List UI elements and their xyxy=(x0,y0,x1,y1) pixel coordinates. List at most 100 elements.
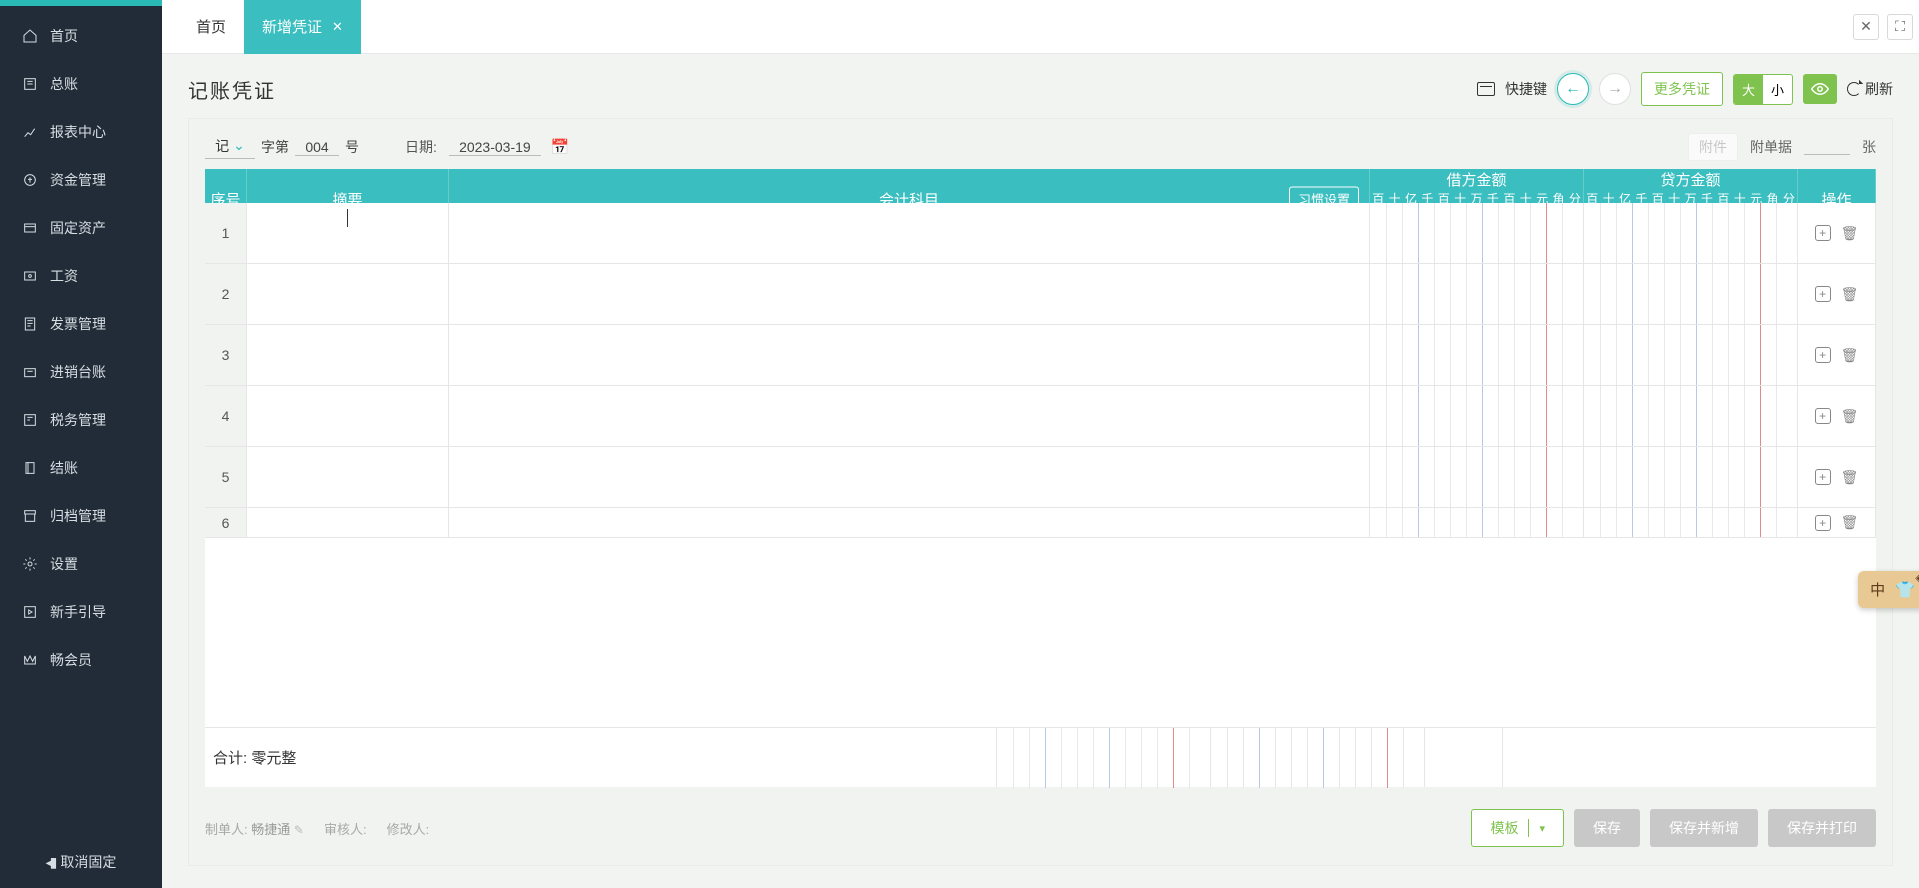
nav-invoice[interactable]: 发票管理 xyxy=(0,300,162,348)
calendar-icon[interactable]: 📅 xyxy=(551,138,570,156)
ime-help-icon[interactable]: ◈ xyxy=(1915,573,1919,584)
zhang-label: 张 xyxy=(1862,137,1876,157)
voucher-table: 序号 摘要 会计科目 习惯设置 借方金额 百十亿千百十万千百十元角分 贷方金额 xyxy=(205,169,1876,787)
preview-button[interactable] xyxy=(1803,74,1837,104)
summary-input[interactable] xyxy=(247,386,449,447)
total-credit xyxy=(1211,728,1425,787)
credit-input[interactable] xyxy=(1584,325,1798,386)
summary-input[interactable] xyxy=(247,264,449,325)
debit-input[interactable] xyxy=(1370,447,1584,508)
voucher-date-input[interactable]: 2023-03-19 xyxy=(449,139,541,156)
delete-row-icon[interactable]: 🗑 xyxy=(1841,286,1859,303)
tab-new-voucher[interactable]: 新增凭证✕ xyxy=(244,0,361,54)
summary-input[interactable] xyxy=(247,203,449,264)
tabs-close-all-button[interactable]: ✕ xyxy=(1853,14,1879,40)
nav-guide[interactable]: 新手引导 xyxy=(0,588,162,636)
table-row: 4 +🗑 xyxy=(205,386,1876,447)
ime-floating-toolbar[interactable]: 中 👕 ◈ xyxy=(1858,571,1919,608)
next-voucher-button[interactable]: → xyxy=(1599,73,1631,105)
account-input[interactable] xyxy=(449,325,1370,386)
nav-tax[interactable]: 税务管理 xyxy=(0,396,162,444)
nav-inventory[interactable]: 进销台账 xyxy=(0,348,162,396)
summary-input[interactable] xyxy=(247,508,449,538)
size-large[interactable]: 大 xyxy=(1734,75,1763,104)
close-tab-icon[interactable]: ✕ xyxy=(332,19,343,35)
total-op xyxy=(1425,728,1503,787)
sidebar-unpin[interactable]: ◂▮取消固定 xyxy=(0,836,162,888)
archive-icon xyxy=(22,508,38,524)
credit-input[interactable] xyxy=(1584,264,1798,325)
ime-skin-icon[interactable]: 👕 xyxy=(1895,580,1915,600)
debit-input[interactable] xyxy=(1370,508,1584,538)
delete-row-icon[interactable]: 🗑 xyxy=(1841,347,1859,364)
account-input[interactable] xyxy=(449,508,1370,538)
nav-assets[interactable]: 固定资产 xyxy=(0,204,162,252)
add-row-icon[interactable]: + xyxy=(1815,408,1831,424)
account-input[interactable] xyxy=(449,264,1370,325)
summary-input[interactable] xyxy=(247,447,449,508)
add-row-icon[interactable]: + xyxy=(1815,286,1831,302)
prev-voucher-button[interactable]: ← xyxy=(1557,73,1589,105)
account-input[interactable] xyxy=(449,447,1370,508)
save-new-button[interactable]: 保存并新增 xyxy=(1650,809,1758,847)
nav-archive[interactable]: 归档管理 xyxy=(0,492,162,540)
nav-vip[interactable]: 畅会员 xyxy=(0,636,162,684)
salary-icon xyxy=(22,268,38,284)
page-header: 记账凭证 快捷键 ← → 更多凭证 大 小 刷新 xyxy=(188,72,1893,106)
credit-input[interactable] xyxy=(1584,447,1798,508)
nav-reports[interactable]: 报表中心 xyxy=(0,108,162,156)
row-seq: 1 xyxy=(205,203,247,264)
add-row-icon[interactable]: + xyxy=(1815,515,1831,531)
credit-input[interactable] xyxy=(1584,508,1798,538)
edit-maker-icon[interactable]: ✎ xyxy=(294,823,304,837)
total-label: 合计: 零元整 xyxy=(205,728,997,787)
attached-docs-input[interactable] xyxy=(1804,139,1850,155)
delete-row-icon[interactable]: 🗑 xyxy=(1841,225,1859,242)
credit-input[interactable] xyxy=(1584,203,1798,264)
save-print-button[interactable]: 保存并打印 xyxy=(1768,809,1876,847)
unpin-arrow-icon: ◂▮ xyxy=(46,854,55,870)
size-small[interactable]: 小 xyxy=(1763,75,1792,104)
delete-row-icon[interactable]: 🗑 xyxy=(1841,514,1859,531)
zidi-label: 字第 xyxy=(261,137,289,157)
maker-label: 制单人: xyxy=(205,822,248,837)
size-toggle[interactable]: 大 小 xyxy=(1733,74,1793,105)
nav-funds[interactable]: 资金管理 xyxy=(0,156,162,204)
account-input[interactable] xyxy=(449,203,1370,264)
tab-home[interactable]: 首页 xyxy=(178,0,244,54)
credit-input[interactable] xyxy=(1584,386,1798,447)
row-seq: 6 xyxy=(205,508,247,538)
add-row-icon[interactable]: + xyxy=(1815,469,1831,485)
nav-home[interactable]: 首页 xyxy=(0,12,162,60)
more-voucher-button[interactable]: 更多凭证 xyxy=(1641,72,1723,106)
refresh-button[interactable]: 刷新 xyxy=(1847,79,1893,99)
save-button[interactable]: 保存 xyxy=(1574,809,1640,847)
debit-input[interactable] xyxy=(1370,203,1584,264)
main: 首页 新增凭证✕ ✕ ⛶ 记账凭证 快捷键 ← → 更多凭证 大 小 xyxy=(162,0,1919,888)
delete-row-icon[interactable]: 🗑 xyxy=(1841,469,1859,486)
nav-ledger[interactable]: 总账 xyxy=(0,60,162,108)
debit-input[interactable] xyxy=(1370,264,1584,325)
add-row-icon[interactable]: + xyxy=(1815,347,1831,363)
nav-close-period[interactable]: 结账 xyxy=(0,444,162,492)
voucher-type-select[interactable]: 记 xyxy=(205,136,255,159)
eye-icon xyxy=(1811,83,1829,95)
nav-settings[interactable]: 设置 xyxy=(0,540,162,588)
row-seq: 2 xyxy=(205,264,247,325)
tabs-fullscreen-button[interactable]: ⛶ xyxy=(1887,14,1913,40)
ime-mode-label[interactable]: 中 xyxy=(1870,579,1885,600)
table-body: 1 +🗑 2 +🗑 xyxy=(205,203,1876,727)
asset-icon xyxy=(22,220,38,236)
template-button[interactable]: 模板▾ xyxy=(1471,809,1564,847)
shortcut-button[interactable]: 快捷键 xyxy=(1505,79,1547,99)
add-row-icon[interactable]: + xyxy=(1815,225,1831,241)
debit-input[interactable] xyxy=(1370,386,1584,447)
voucher-number-input[interactable]: 004 xyxy=(295,139,339,156)
delete-row-icon[interactable]: 🗑 xyxy=(1841,408,1859,425)
debit-input[interactable] xyxy=(1370,325,1584,386)
summary-input[interactable] xyxy=(247,325,449,386)
row-ops: +🗑 xyxy=(1798,325,1876,386)
account-input[interactable] xyxy=(449,386,1370,447)
nav-salary[interactable]: 工资 xyxy=(0,252,162,300)
row-ops: +🗑 xyxy=(1798,447,1876,508)
